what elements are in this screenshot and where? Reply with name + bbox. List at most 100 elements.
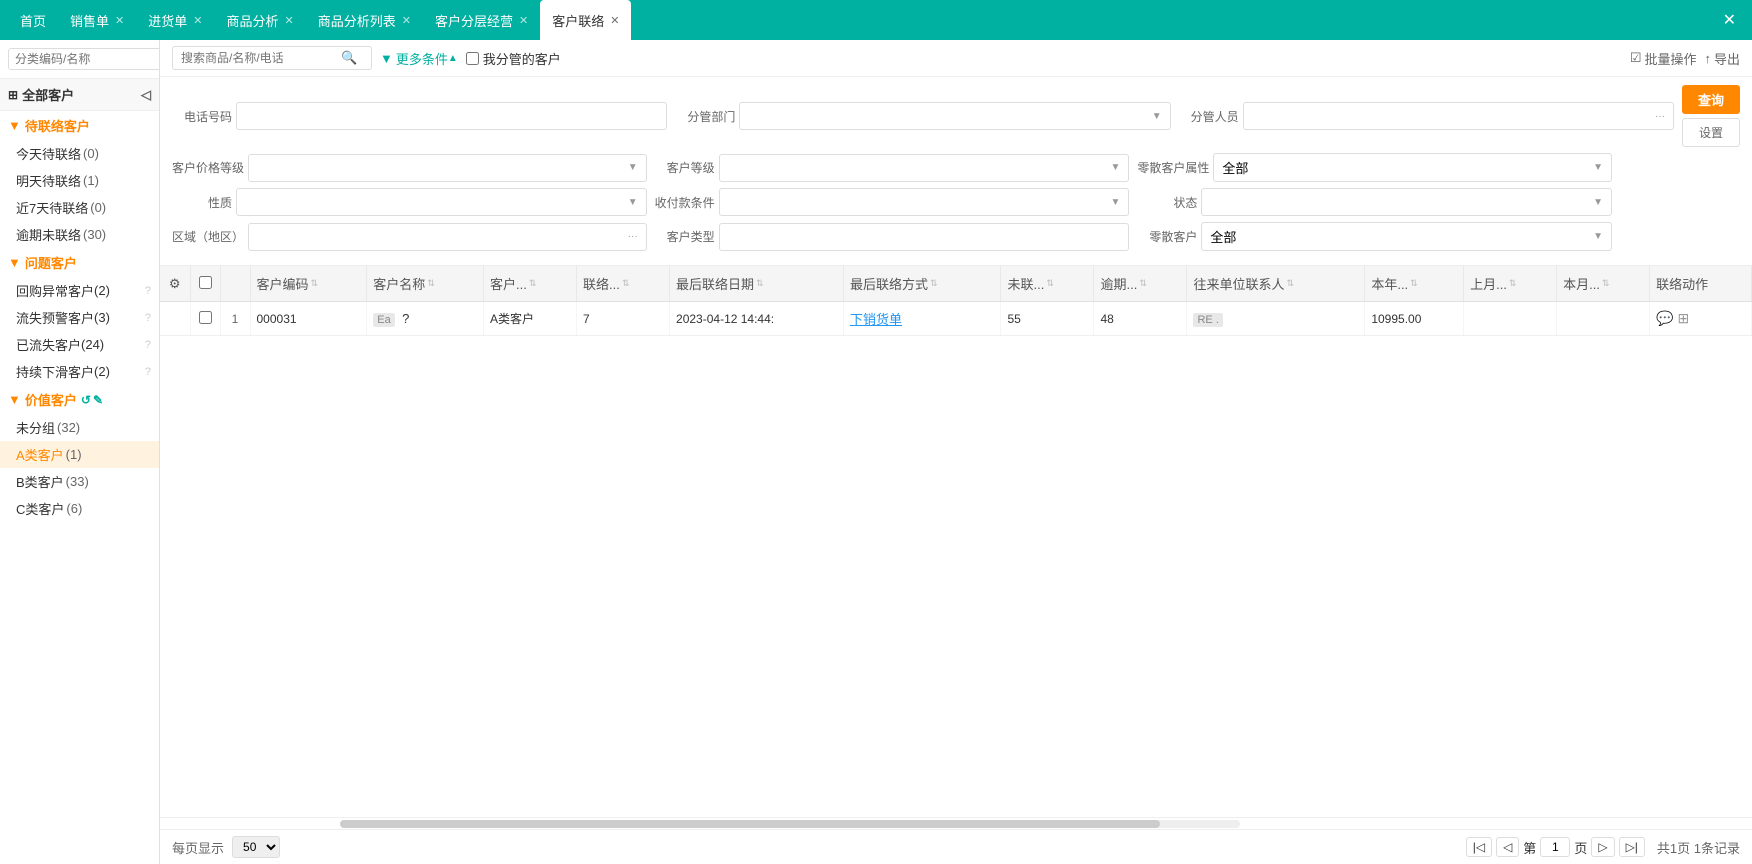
sidebar-search-input[interactable] [8,48,160,70]
price-level-select[interactable]: ▼ [248,154,647,182]
close-purchase-tab[interactable]: ✕ [193,14,202,27]
nav-tab-product-analysis[interactable]: 商品分析 ✕ [214,0,305,40]
close-product-list-tab[interactable]: ✕ [402,14,411,27]
sort-icon5: ⇅ [756,278,764,289]
filter-search-input[interactable] [181,51,341,65]
page-size-select[interactable]: 50 [232,836,280,858]
sidebar-item-repurchase-abnormal[interactable]: 回购异常客户 (2) ? [0,277,159,304]
window-close-button[interactable]: ✕ [1715,10,1744,30]
next-page-button[interactable]: ▷ [1591,837,1614,857]
customer-level-select[interactable]: ▼ [719,154,1130,182]
sort-icon6: ⇅ [930,278,938,289]
link-icon[interactable]: ⊞ [1678,310,1690,327]
edit-icon[interactable]: ✎ [93,393,103,407]
problem-customer-group[interactable]: ▼ 问题客户 [0,248,159,277]
region-field: 区域（地区） ··· [172,223,647,251]
prev-page-button[interactable]: ◁ [1496,837,1519,857]
filter-icon: ▼ [380,51,393,66]
status-select[interactable]: ▼ [1201,188,1612,216]
sidebar-item-class-c[interactable]: C类客户 (6) [0,495,159,522]
col-this-month[interactable]: 本月... ⇅ [1557,266,1650,302]
filter-search-icon[interactable]: 🔍 [341,50,357,66]
col-this-year[interactable]: 本年... ⇅ [1365,266,1464,302]
col-last-contact-method[interactable]: 最后联络方式 ⇅ [844,266,1001,302]
nav-tab-product-list[interactable]: 商品分析列表 ✕ [306,0,423,40]
row-checkbox[interactable] [199,311,212,324]
col-unit-contact[interactable]: 往来单位联系人 ⇅ [1187,266,1365,302]
first-page-button[interactable]: |◁ [1466,837,1492,857]
col-last-month[interactable]: 上月... ⇅ [1464,266,1557,302]
col-contact-action: 联络动作 [1650,266,1752,302]
customer-level-label: 客户等级 [655,159,715,176]
sidebar-item-today-contact[interactable]: 今天待联络 (0) [0,140,159,167]
page-number-input[interactable] [1540,837,1570,857]
page-size-label: 每页显示 [172,838,224,857]
action-icons-container: 💬 ⊞ [1656,310,1745,327]
department-select[interactable]: ▼ [739,102,1170,130]
col-overdue[interactable]: 逾期... ⇅ [1094,266,1187,302]
sidebar-item-class-b[interactable]: B类客户 (33) [0,468,159,495]
nav-tab-sales[interactable]: 销售单 ✕ [58,0,136,40]
all-customers-header[interactable]: ⊞ 全部客户 ◁ [0,79,159,111]
batch-operation-button[interactable]: ☑ 批量操作 [1630,49,1697,68]
nav-home[interactable]: 首页 [8,0,58,40]
value-customer-group[interactable]: ▼ 价值客户 ↺ ✎ [0,385,159,414]
arrow-down-icon: ▼ [1152,111,1162,122]
row-last-month-cell [1464,302,1557,336]
sort-icon7: ⇅ [1046,278,1054,289]
sidebar-item-churn-warning[interactable]: 流失预警客户 (3) ? [0,304,159,331]
query-button[interactable]: 查询 [1682,85,1740,114]
sidebar-item-class-a[interactable]: A类客户 (1) [0,441,159,468]
sidebar-item-tomorrow-contact[interactable]: 明天待联络 (1) [0,167,159,194]
phone-input[interactable] [236,102,667,130]
sidebar-item-churned[interactable]: 已流失客户 (24) ? [0,331,159,358]
refresh-icon[interactable]: ↺ [81,393,91,407]
horizontal-scrollbar[interactable] [160,817,1752,829]
settings-icon[interactable]: ⚙ [169,276,181,291]
row-name-cell: Ea ? [367,302,484,336]
nav-tab-customer-segment[interactable]: 客户分层经营 ✕ [423,0,540,40]
payment-select[interactable]: ▼ [719,188,1130,216]
close-customer-contact-tab[interactable]: ✕ [610,14,619,27]
nav-tab-purchase[interactable]: 进货单 ✕ [136,0,214,40]
col-customer-level[interactable]: 客户... ⇅ [484,266,577,302]
settings-button[interactable]: 设置 [1682,118,1740,147]
retail-attr-select[interactable]: 全部 ▼ [1213,153,1612,182]
my-customers-checkbox[interactable] [466,52,479,65]
row-unit-contact-cell: RE . [1187,302,1365,336]
export-button[interactable]: ↑ 导出 [1704,49,1740,68]
select-all-checkbox[interactable] [199,276,212,289]
nature-select[interactable]: ▼ [236,188,647,216]
last-page-button[interactable]: ▷| [1619,837,1645,857]
col-not-contact[interactable]: 未联... ⇅ [1001,266,1094,302]
customer-type-input[interactable] [719,223,1130,251]
sidebar-item-ungrouped[interactable]: 未分组 (32) [0,414,159,441]
close-product-analysis-tab[interactable]: ✕ [285,14,294,27]
col-contact[interactable]: 联络... ⇅ [577,266,670,302]
region-input[interactable]: ··· [248,223,647,251]
scrollbar-thumb[interactable] [340,820,1160,828]
filter-row-2: 客户价格等级 ▼ 客户等级 ▼ 零散客户属性 全部 [172,153,1740,182]
sidebar-item-7days-contact[interactable]: 近7天待联络 (0) [0,194,159,221]
col-customer-code[interactable]: 客户编码 ⇅ [250,266,367,302]
retail-customer-field: 零散客户 全部 ▼ [1137,222,1612,251]
more-conditions-button[interactable]: ▼ 更多条件 ▲ [380,49,458,68]
message-icon[interactable]: 💬 [1656,310,1673,327]
close-sales-tab[interactable]: ✕ [115,14,124,27]
advanced-filter-panel: 电话号码 分管部门 ▼ 分管人员 ··· [160,77,1752,266]
filter-row-1: 电话号码 分管部门 ▼ 分管人员 ··· [172,85,1740,147]
manager-input[interactable]: ··· [1243,102,1674,130]
col-last-contact-date[interactable]: 最后联络日期 ⇅ [670,266,844,302]
sidebar-item-overdue-contact[interactable]: 逾期未联络 (30) [0,221,159,248]
close-customer-segment-tab[interactable]: ✕ [519,14,528,27]
row-last-contact-method-cell[interactable]: 下销货单 [844,302,1001,336]
nav-tab-customer-contact[interactable]: 客户联络 ✕ [540,0,631,40]
customer-type-field: 客户类型 [655,223,1130,251]
pending-contact-group[interactable]: ▼ 待联络客户 [0,111,159,140]
arrow-down-icon2: ▼ [628,162,638,173]
help-icon2: ? [145,312,151,324]
col-settings[interactable]: ⚙ [160,266,190,302]
col-customer-name[interactable]: 客户名称 ⇅ [367,266,484,302]
sidebar-item-declining[interactable]: 持续下滑客户 (2) ? [0,358,159,385]
retail-customer-select[interactable]: 全部 ▼ [1201,222,1612,251]
